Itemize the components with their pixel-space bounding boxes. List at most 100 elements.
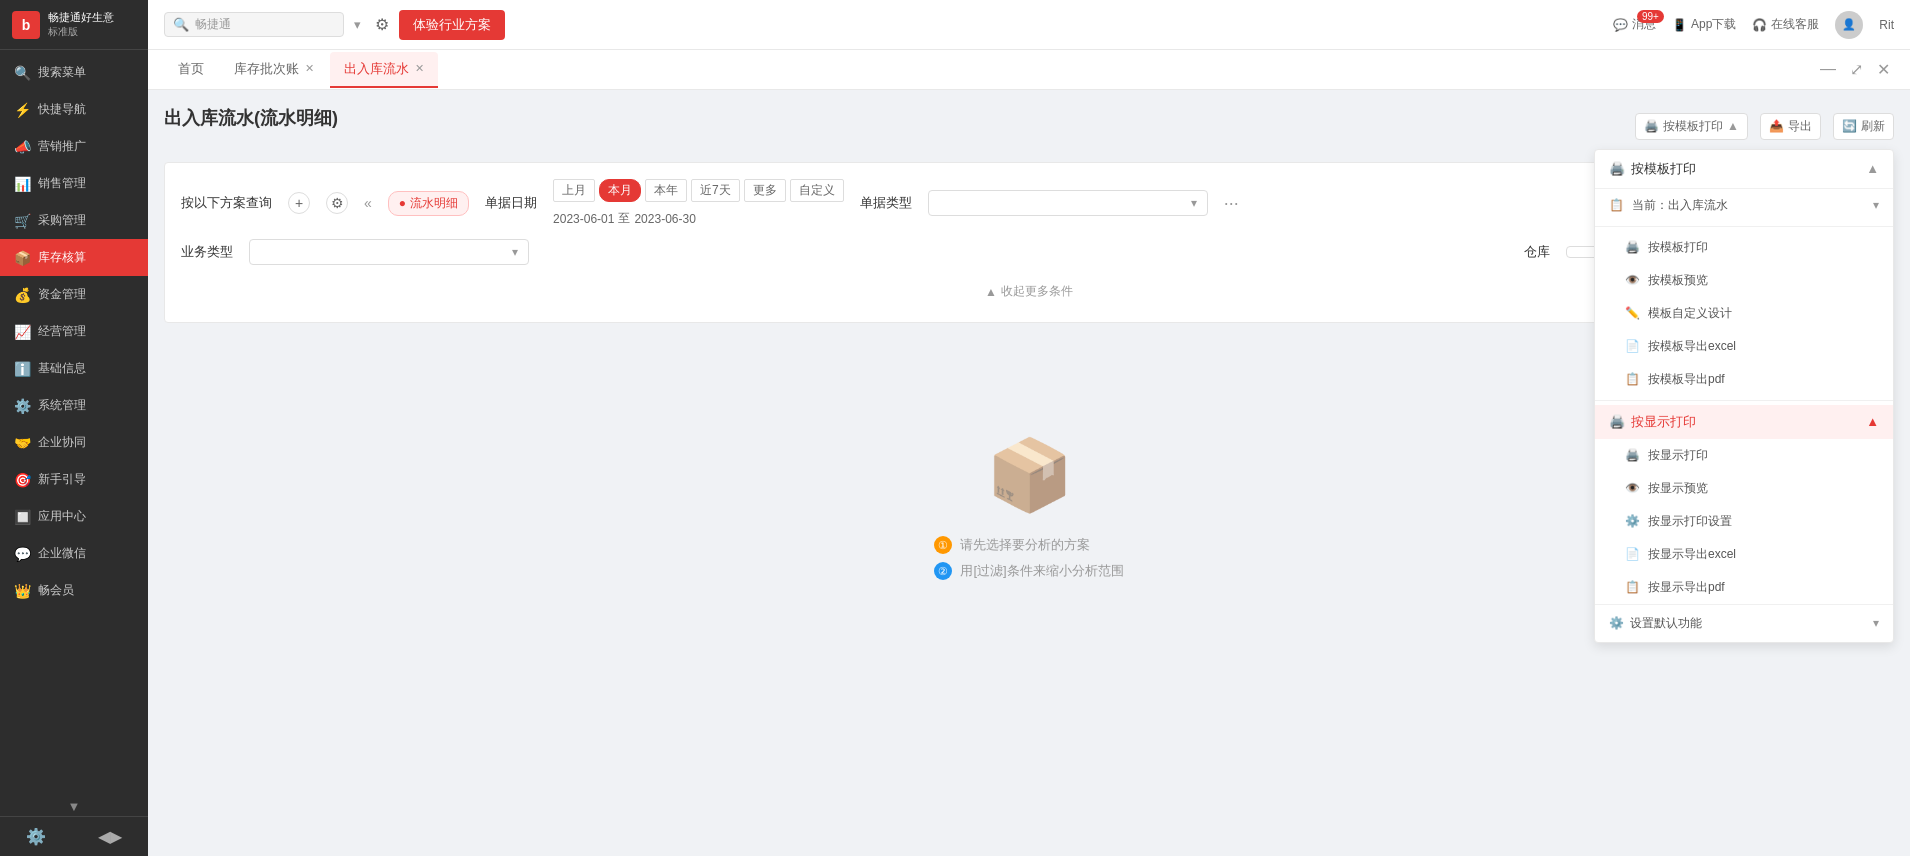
dropdown-disp-preview-icon: 👁️ xyxy=(1625,481,1640,495)
date-sep: 至 xyxy=(618,210,630,227)
dropdown-disp-print-label: 按显示打印 xyxy=(1648,447,1708,464)
dropdown-display-preview[interactable]: 👁️ 按显示预览 xyxy=(1595,472,1893,505)
sidebar-item-system[interactable]: ⚙️ 系统管理 xyxy=(0,387,148,424)
sidebar-item-marketing[interactable]: 📣 营销推广 xyxy=(0,128,148,165)
sidebar-item-apps[interactable]: 🔲 应用中心 xyxy=(0,498,148,535)
headset-icon: 🎧 xyxy=(1752,18,1767,32)
industry-btn[interactable]: 体验行业方案 xyxy=(399,10,505,40)
filter-scheme-label: 按以下方案查询 xyxy=(181,194,272,212)
app-download-btn[interactable]: 📱 App下载 xyxy=(1672,16,1736,33)
sidebar-item-finance[interactable]: 💰 资金管理 xyxy=(0,276,148,313)
message-btn[interactable]: 💬 消息 99+ xyxy=(1613,16,1656,33)
sidebar-label-marketing: 营销推广 xyxy=(38,138,86,155)
date-current-month-btn[interactable]: 本月 xyxy=(599,179,641,202)
page-content: 出入库流水(流水明细) 🖨️ 按模板打印 ▲ 📤 导出 🔄 刷新 xyxy=(148,90,1910,856)
page-title: 出入库流水(流水明细) xyxy=(164,106,338,130)
sidebar-item-collab[interactable]: 🤝 企业协同 xyxy=(0,424,148,461)
date-this-year-btn[interactable]: 本年 xyxy=(645,179,687,202)
tab-close-icon[interactable]: ✕ xyxy=(1873,56,1894,83)
message-badge: 99+ xyxy=(1637,10,1664,23)
print-template-label: 按模板打印 xyxy=(1663,118,1723,135)
sidebar-collapse-icon[interactable]: ◀▶ xyxy=(98,827,122,846)
dropdown-template-print[interactable]: 🖨️ 按模板打印 xyxy=(1595,231,1893,264)
date-last-month-btn[interactable]: 上月 xyxy=(553,179,595,202)
search-dropdown-icon[interactable]: ▾ xyxy=(354,17,361,32)
dropdown-template-pdf[interactable]: 📋 按模板导出pdf xyxy=(1595,363,1893,396)
tab-home-label: 首页 xyxy=(178,60,204,78)
sidebar-scroll-down[interactable]: ▼ xyxy=(0,796,148,816)
sidebar-icon-operations: 📈 xyxy=(14,324,30,340)
tip-text-1: 请先选择要分析的方案 xyxy=(960,532,1090,558)
search-input[interactable] xyxy=(195,18,315,32)
dropdown-disp-settings-label: 按显示打印设置 xyxy=(1648,513,1732,530)
date-custom-btn[interactable]: 自定义 xyxy=(790,179,844,202)
refresh-icon: 🔄 xyxy=(1842,119,1857,133)
topbar-gear-icon[interactable]: ⚙ xyxy=(375,15,389,34)
export-label: 导出 xyxy=(1788,118,1812,135)
app-download-label: App下载 xyxy=(1691,16,1736,33)
sidebar-icon-collab: 🤝 xyxy=(14,435,30,451)
sidebar-item-basics[interactable]: ℹ️ 基础信息 xyxy=(0,350,148,387)
print-template-btn[interactable]: 🖨️ 按模板打印 ▲ xyxy=(1635,113,1748,140)
dropdown-disp-pdf-icon: 📋 xyxy=(1625,580,1640,594)
date-last-7-days-btn[interactable]: 近7天 xyxy=(691,179,740,202)
tab-batch-account-close[interactable]: ✕ xyxy=(305,62,314,75)
bill-type-select[interactable]: ▾ xyxy=(928,190,1208,216)
tab-flow-close[interactable]: ✕ xyxy=(415,62,424,75)
sidebar-label-purchase: 采购管理 xyxy=(38,212,86,229)
dropdown-display-settings[interactable]: ⚙️ 按显示打印设置 xyxy=(1595,505,1893,538)
sidebar-settings-icon[interactable]: ⚙️ xyxy=(26,827,46,846)
dropdown-display-section[interactable]: 🖨️ 按显示打印 ▲ xyxy=(1595,405,1893,439)
sidebar-item-purchase[interactable]: 🛒 采购管理 xyxy=(0,202,148,239)
tab-flow[interactable]: 出入库流水 ✕ xyxy=(330,52,438,88)
filter-add-btn[interactable]: + xyxy=(288,192,310,214)
sidebar-item-wechat[interactable]: 💬 企业微信 xyxy=(0,535,148,572)
dropdown-footer[interactable]: ⚙️ 设置默认功能 ▾ xyxy=(1595,604,1893,642)
filter-collapse-arrow[interactable]: « xyxy=(364,195,372,211)
search-box[interactable]: 🔍 xyxy=(164,12,344,37)
tab-batch-account[interactable]: 库存批次账 ✕ xyxy=(220,52,328,88)
tab-home[interactable]: 首页 xyxy=(164,52,218,88)
sidebar-item-operations[interactable]: 📈 经营管理 xyxy=(0,313,148,350)
topbar-right: 💬 消息 99+ 📱 App下载 🎧 在线客服 👤 Rit xyxy=(1613,11,1894,39)
tab-maximize-icon[interactable]: ⤢ xyxy=(1846,56,1867,83)
refresh-btn[interactable]: 🔄 刷新 xyxy=(1833,113,1894,140)
dropdown-template-custom[interactable]: ✏️ 模板自定义设计 xyxy=(1595,297,1893,330)
business-type-select[interactable]: ▾ xyxy=(249,239,529,265)
sidebar-item-member[interactable]: 👑 畅会员 xyxy=(0,572,148,609)
dropdown-display-pdf[interactable]: 📋 按显示导出pdf xyxy=(1595,571,1893,604)
username-label[interactable]: Rit xyxy=(1879,18,1894,32)
sidebar-item-sales[interactable]: 📊 销售管理 xyxy=(0,165,148,202)
service-btn[interactable]: 🎧 在线客服 xyxy=(1752,16,1819,33)
dropdown-chevron-up-icon[interactable]: ▲ xyxy=(1866,161,1879,176)
print-chevron-up-icon: ▲ xyxy=(1727,119,1739,133)
tab-minimize-icon[interactable]: — xyxy=(1816,56,1840,83)
dropdown-footer-label: 设置默认功能 xyxy=(1630,615,1702,632)
dropdown-current-icon: 📋 xyxy=(1609,198,1624,212)
dropdown-display-icon: 🖨️ xyxy=(1609,414,1625,429)
sidebar-label-wechat: 企业微信 xyxy=(38,545,86,562)
sidebar-label-inventory: 库存核算 xyxy=(38,249,86,266)
logo-area: b 畅捷通好生意 标准版 xyxy=(0,0,148,50)
bill-type-more-icon[interactable]: ··· xyxy=(1224,193,1239,214)
sidebar-label-basics: 基础信息 xyxy=(38,360,86,377)
dropdown-template-preview[interactable]: 👁️ 按模板预览 xyxy=(1595,264,1893,297)
sidebar-item-search-menu[interactable]: 🔍 搜索菜单 xyxy=(0,54,148,91)
tip-num-1: ① xyxy=(934,536,952,554)
sidebar-label-quick-nav: 快捷导航 xyxy=(38,101,86,118)
sidebar-item-quick-nav[interactable]: ⚡ 快捷导航 xyxy=(0,91,148,128)
dropdown-current-label[interactable]: 📋 当前：出入库流水 ▾ xyxy=(1595,189,1893,222)
sidebar-item-guide[interactable]: 🎯 新手引导 xyxy=(0,461,148,498)
dropdown-display-excel[interactable]: 📄 按显示导出excel xyxy=(1595,538,1893,571)
date-more-btn[interactable]: 更多 xyxy=(744,179,786,202)
dropdown-tmpl-excel-icon: 📄 xyxy=(1625,339,1640,353)
export-btn[interactable]: 📤 导出 xyxy=(1760,113,1821,140)
sidebar-item-inventory[interactable]: 📦 库存核算 xyxy=(0,239,148,276)
dropdown-display-print[interactable]: 🖨️ 按显示打印 xyxy=(1595,439,1893,472)
dropdown-template-excel[interactable]: 📄 按模板导出excel xyxy=(1595,330,1893,363)
avatar[interactable]: 👤 xyxy=(1835,11,1863,39)
sidebar-label-apps: 应用中心 xyxy=(38,508,86,525)
date-range: 2023-06-01 至 2023-06-30 xyxy=(553,210,844,227)
filter-tag[interactable]: ● 流水明细 xyxy=(388,191,469,216)
filter-settings-circle-btn[interactable]: ⚙ xyxy=(326,192,348,214)
